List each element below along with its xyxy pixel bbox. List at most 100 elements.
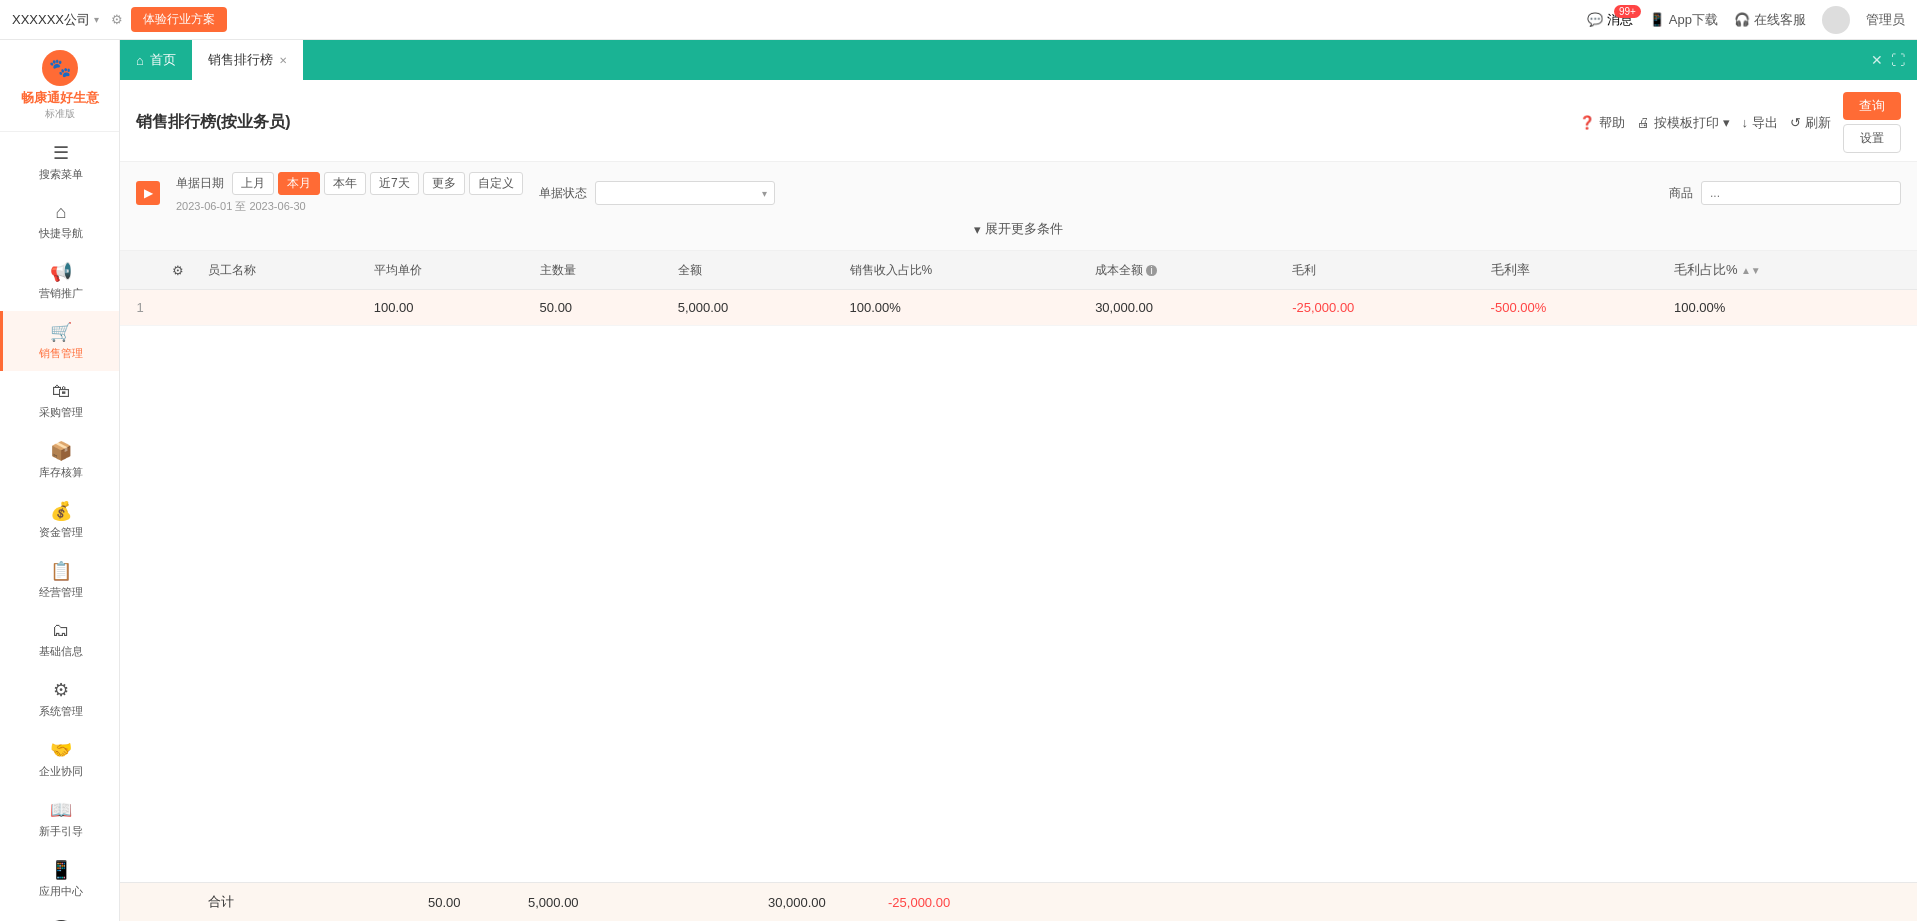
expand-down-icon: ▾ — [974, 222, 981, 237]
th-index — [120, 251, 160, 290]
company-selector[interactable]: XXXXXX公司 ▾ — [12, 11, 99, 29]
footer-cost: 30,000.00 — [768, 895, 888, 910]
sidebar-item-enterprise-collab[interactable]: 🤝 企业协同 — [0, 729, 119, 789]
export-icon: ↓ — [1742, 115, 1749, 130]
td-gross-pct: 100.00% — [1662, 290, 1917, 326]
date-filter-group: 单据日期 上月 本月 本年 近7天 更多 自定义 2023-06-01 至 20… — [176, 172, 523, 214]
more-conditions-row: ▾ 展开更多条件 — [136, 214, 1901, 240]
expand-conditions-button[interactable]: ▾ 展开更多条件 — [974, 220, 1063, 238]
settings-icon[interactable]: ⚙ — [111, 12, 123, 27]
td-employee — [196, 290, 362, 326]
refresh-button[interactable]: ↺ 刷新 — [1790, 114, 1831, 132]
notification-icon: 💬 — [1587, 12, 1603, 27]
date-btn-this-year[interactable]: 本年 — [324, 172, 366, 195]
sidebar-item-system[interactable]: ⚙ 系统管理 — [0, 669, 119, 729]
app-download-icon: 📱 — [1649, 12, 1665, 27]
close-window-icon[interactable]: ✕ — [1871, 52, 1883, 68]
td-gross-margin: -500.00% — [1479, 290, 1662, 326]
table-wrapper: ⚙ 员工名称 平均单价 主数量 全额 销售收入占比% 成本全额 i 毛利 — [120, 251, 1917, 882]
app-download-btn[interactable]: 📱 App下载 — [1649, 11, 1718, 29]
th-gross-pct-sort[interactable]: 毛利占比% — [1674, 261, 1738, 279]
help-icon: ❓ — [1579, 115, 1595, 130]
th-gross-pct: 毛利占比% ▲▼ — [1662, 251, 1917, 290]
company-name: XXXXXX公司 — [12, 11, 90, 29]
date-btn-more[interactable]: 更多 — [423, 172, 465, 195]
filter-toggle-btn[interactable]: ▶ — [136, 181, 160, 205]
th-settings[interactable]: ⚙ — [160, 251, 196, 290]
cost-info-icon: i — [1146, 265, 1156, 276]
query-btn-group: 查询 设置 — [1843, 92, 1901, 153]
page-header: 销售排行榜(按业务员) ❓ 帮助 🖨 按模板打印 ▾ ↓ 导出 — [120, 80, 1917, 162]
print-chevron-icon: ▾ — [1723, 115, 1730, 130]
th-quantity: 主数量 — [528, 251, 666, 290]
status-select[interactable] — [595, 181, 775, 205]
td-amount: 5,000.00 — [666, 290, 838, 326]
footer-quantity: 50.00 — [428, 895, 528, 910]
query-button[interactable]: 查询 — [1843, 92, 1901, 120]
finance-icon: 💰 — [50, 500, 72, 522]
status-filter-group: 单据状态 — [539, 181, 775, 205]
operations-icon: 📋 — [50, 560, 72, 582]
footer-amount: 5,000.00 — [528, 895, 648, 910]
sidebar-item-wechat[interactable]: 💬 企业微信 — [0, 909, 119, 921]
tab-bar: ⌂ 首页 销售排行榜 ✕ ✕ ⛶ — [120, 40, 1917, 80]
date-btn-custom[interactable]: 自定义 — [469, 172, 523, 195]
settings-button[interactable]: 设置 — [1843, 124, 1901, 153]
column-settings-icon[interactable]: ⚙ — [172, 263, 184, 278]
main-container: 🐾 畅康通好生意 标准版 ☰ 搜索菜单 ⌂ 快捷导航 📢 营销推广 🛒 销售管理… — [0, 40, 1917, 921]
export-button[interactable]: ↓ 导出 — [1742, 114, 1779, 132]
sidebar: 🐾 畅康通好生意 标准版 ☰ 搜索菜单 ⌂ 快捷导航 📢 营销推广 🛒 销售管理… — [0, 40, 120, 921]
maximize-window-icon[interactable]: ⛶ — [1891, 52, 1905, 68]
trial-button[interactable]: 体验行业方案 — [131, 7, 227, 32]
home-tab-icon: ⌂ — [136, 53, 144, 68]
print-icon: 🖨 — [1637, 115, 1650, 130]
th-amount: 全额 — [666, 251, 838, 290]
date-filter-btns: 上月 本月 本年 近7天 更多 自定义 — [232, 172, 523, 195]
sidebar-item-search-order[interactable]: ☰ 搜索菜单 — [0, 132, 119, 192]
sidebar-item-app-center[interactable]: 📱 应用中心 — [0, 849, 119, 909]
status-label: 单据状态 — [539, 185, 587, 202]
td-cost: 30,000.00 — [1083, 290, 1280, 326]
notification-area[interactable]: 💬 消息 99+ — [1587, 11, 1633, 29]
date-range-text: 2023-06-01 至 2023-06-30 — [176, 199, 523, 214]
sales-rank-table: ⚙ 员工名称 平均单价 主数量 全额 销售收入占比% 成本全额 i 毛利 — [120, 251, 1917, 326]
top-right-area: 💬 消息 99+ 📱 App下载 🎧 在线客服 管理员 — [1587, 6, 1905, 34]
help-button[interactable]: ❓ 帮助 — [1579, 114, 1625, 132]
close-tab-icon[interactable]: ✕ — [279, 55, 287, 66]
sidebar-item-sales[interactable]: 🛒 销售管理 — [0, 311, 119, 371]
th-gross-margin-sort[interactable]: 毛利率 — [1491, 261, 1530, 279]
page-content: 销售排行榜(按业务员) ❓ 帮助 🖨 按模板打印 ▾ ↓ 导出 — [120, 80, 1917, 921]
sidebar-item-finance[interactable]: 💰 资金管理 — [0, 490, 119, 550]
goods-input[interactable] — [1701, 181, 1901, 205]
sales-icon: 🛒 — [50, 321, 72, 343]
sidebar-item-basic-info[interactable]: 🗂 基础信息 — [0, 610, 119, 669]
date-btn-this-month[interactable]: 本月 — [278, 172, 320, 195]
tab-home[interactable]: ⌂ 首页 — [120, 40, 192, 80]
date-btn-last-month[interactable]: 上月 — [232, 172, 274, 195]
td-sales-pct: 100.00% — [838, 290, 1084, 326]
chevron-down-icon: ▾ — [94, 14, 99, 25]
avatar[interactable] — [1822, 6, 1850, 34]
date-btn-7days[interactable]: 近7天 — [370, 172, 419, 195]
sidebar-item-purchase[interactable]: 🛍 采购管理 — [0, 371, 119, 430]
filter-arrow-icon: ▶ — [144, 186, 153, 200]
print-template-button[interactable]: 🖨 按模板打印 ▾ — [1637, 114, 1730, 132]
basic-info-icon: 🗂 — [52, 620, 70, 641]
tab-window-controls: ✕ ⛶ — [1871, 52, 1917, 68]
user-name: 管理员 — [1866, 11, 1905, 29]
sidebar-item-inventory[interactable]: 📦 库存核算 — [0, 430, 119, 490]
sort-icon: ▲▼ — [1741, 265, 1761, 276]
online-service-btn[interactable]: 🎧 在线客服 — [1734, 11, 1806, 29]
sidebar-item-operations[interactable]: 📋 经营管理 — [0, 550, 119, 610]
sales-rank-tab-label: 销售排行榜 — [208, 51, 273, 69]
td-settings — [160, 290, 196, 326]
sidebar-item-marketing[interactable]: 📢 营销推广 — [0, 251, 119, 311]
tab-sales-rank[interactable]: 销售排行榜 ✕ — [192, 40, 303, 80]
th-gross-margin: 毛利率 — [1479, 251, 1662, 290]
goods-label: 商品 — [1669, 185, 1693, 202]
sidebar-item-onboarding[interactable]: 📖 新手引导 — [0, 789, 119, 849]
inventory-icon: 📦 — [50, 440, 72, 462]
footer-gross-profit: -25,000.00 — [888, 895, 1008, 910]
sidebar-item-quick-nav[interactable]: ⌂ 快捷导航 — [0, 192, 119, 251]
search-menu-icon: ☰ — [53, 142, 69, 164]
